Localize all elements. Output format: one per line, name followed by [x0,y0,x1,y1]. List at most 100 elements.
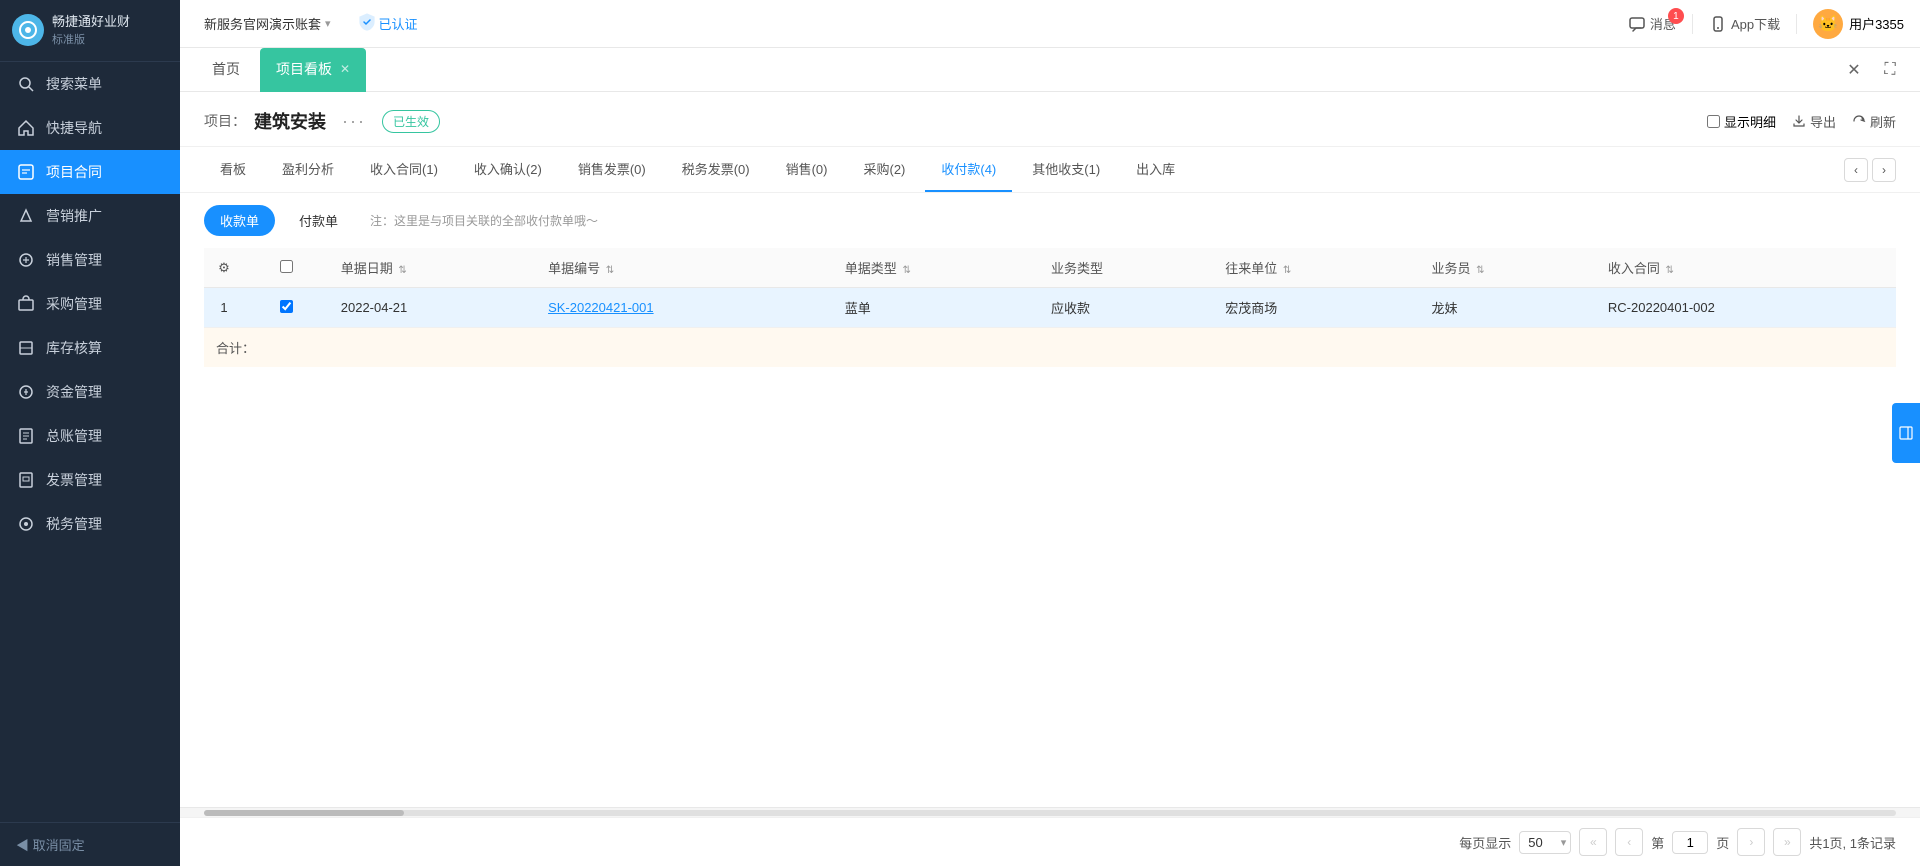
sort-icon2: ⇅ [606,265,614,276]
app-download-label: App下载 [1731,14,1780,33]
col-settings[interactable]: ⚙ [204,248,244,288]
sub-tab-tax-invoice[interactable]: 税务发票(0) [666,147,766,192]
first-page-button[interactable]: « [1579,828,1607,856]
account-selector[interactable]: 新服务官网演示账套 ▾ [196,10,339,37]
message-icon [1628,15,1646,33]
page-input[interactable] [1672,831,1708,854]
sort-icon6: ⇅ [1666,265,1674,276]
page-size-wrapper: 50 20 100 [1519,831,1571,854]
show-detail-input[interactable] [1707,115,1720,128]
row-doc-no[interactable]: SK-20220421-001 [536,288,833,328]
filter-note: 注：这里是与项目关联的全部收付款单哦～ [370,212,598,229]
sidebar-item-tax[interactable]: 税务管理 [0,502,180,546]
pay-filter-button[interactable]: 付款单 [283,205,354,236]
project-header: 项目： 建筑安装 ··· 已生效 显示明细 导出 [180,92,1920,147]
show-detail-checkbox[interactable]: 显示明细 [1707,112,1776,131]
col-salesperson-label: 业务员 [1431,261,1470,276]
divider [1692,14,1693,34]
row-checkbox[interactable] [244,288,329,328]
sub-tab-next-button[interactable]: › [1872,158,1896,182]
project-icon [16,162,36,182]
page-suffix-label: 页 [1716,833,1729,852]
col-partner[interactable]: 往来单位 ⇅ [1213,248,1419,288]
row-select-checkbox[interactable] [280,300,293,313]
expand-window-button[interactable]: ⛶ [1876,56,1904,84]
sidebar-item-purchase[interactable]: 采购管理 [0,282,180,326]
col-doc-date[interactable]: 单据日期 ⇅ [329,248,536,288]
sub-tab-profit[interactable]: 盈利分析 [266,147,350,192]
next-page-button[interactable]: › [1737,828,1765,856]
sidebar-item-invoice[interactable]: 发票管理 [0,458,180,502]
sub-tab-nav: ‹ › [1844,158,1896,182]
tab-project-board[interactable]: 项目看板 ✕ [260,48,366,92]
last-page-button[interactable]: » [1773,828,1801,856]
col-doc-date-label: 单据日期 [341,261,393,276]
select-all-checkbox[interactable] [280,260,293,273]
capital-icon [16,382,36,402]
tab-close-icon[interactable]: ✕ [340,62,350,76]
summary-row: 合计： [204,328,1896,368]
col-income-contract[interactable]: 收入合同 ⇅ [1596,248,1896,288]
sidebar-item-inventory[interactable]: 库存核算 [0,326,180,370]
sub-tab-receive-pay[interactable]: 收付款(4) [925,147,1012,192]
scrollbar-thumb[interactable] [204,810,404,816]
sub-tab-other-expense[interactable]: 其他收支(1) [1016,147,1116,192]
show-detail-label: 显示明细 [1724,112,1776,131]
sort-icon: ⇅ [398,265,406,276]
export-button[interactable]: 导出 [1792,112,1836,131]
export-icon [1792,114,1806,128]
sub-tab-income-contract[interactable]: 收入合同(1) [354,147,454,192]
message-button[interactable]: 消息 1 [1628,14,1676,33]
sidebar-label-purchase: 采购管理 [46,294,102,314]
close-window-button[interactable]: ✕ [1840,56,1868,84]
sidebar-item-project[interactable]: 项目合同 [0,150,180,194]
col-salesperson[interactable]: 业务员 ⇅ [1419,248,1595,288]
sub-tab-kanban[interactable]: 看板 [204,147,262,192]
purchase-icon [16,294,36,314]
user-menu[interactable]: 🐱 用户3355 [1813,9,1904,39]
right-panel-button[interactable] [1892,403,1920,463]
sidebar-unpin-button[interactable]: ◀ 取消固定 [0,822,180,866]
tab-home[interactable]: 首页 [196,48,256,92]
sub-tab-purchase[interactable]: 采购(2) [847,147,921,192]
col-checkbox[interactable] [244,248,329,288]
scrollbar-track[interactable] [204,810,1896,816]
refresh-button[interactable]: 刷新 [1852,112,1896,131]
sub-tab-prev-button[interactable]: ‹ [1844,158,1868,182]
app-download-button[interactable]: App下载 [1709,14,1780,33]
page-size-select[interactable]: 50 20 100 [1519,831,1571,854]
sidebar-label-ledger: 总账管理 [46,426,102,446]
sub-tab-income-confirm[interactable]: 收入确认(2) [458,147,558,192]
divider2 [1796,14,1797,34]
sidebar-item-ledger[interactable]: 总账管理 [0,414,180,458]
pagination: 每页显示 50 20 100 « ‹ 第 页 › » 共1页, 1条记录 [180,817,1920,866]
col-doc-type[interactable]: 单据类型 ⇅ [833,248,1039,288]
sidebar-label-sales: 销售管理 [46,250,102,270]
sidebar-item-marketing[interactable]: 营销推广 [0,194,180,238]
logo-version: 标准版 [52,31,130,47]
sidebar-item-capital[interactable]: 资金管理 [0,370,180,414]
prev-page-button[interactable]: ‹ [1615,828,1643,856]
horizontal-scrollbar[interactable] [180,807,1920,817]
summary-values [329,328,1896,368]
sub-tab-in-out[interactable]: 出入库 [1120,147,1191,192]
table-row[interactable]: 1 2022-04-21 SK-20220421-001 蓝单 应收款 宏茂商场… [204,288,1896,328]
total-records: 共1页, 1条记录 [1809,833,1896,852]
col-doc-no[interactable]: 单据编号 ⇅ [536,248,833,288]
sidebar-label-search: 搜索菜单 [46,74,102,94]
sidebar: 畅捷通好业财 标准版 搜索菜单 快捷导航 [0,0,180,866]
sidebar-item-search[interactable]: 搜索菜单 [0,62,180,106]
sidebar-item-sales[interactable]: 销售管理 [0,238,180,282]
col-biz-type: 业务类型 [1039,248,1213,288]
col-biz-type-label: 业务类型 [1051,261,1103,276]
col-doc-type-label: 单据类型 [845,261,897,276]
sidebar-item-quicknav[interactable]: 快捷导航 [0,106,180,150]
project-more-button[interactable]: ··· [342,111,366,132]
row-seq: 1 [204,288,244,328]
project-title: 建筑安装 [254,108,326,134]
receive-filter-button[interactable]: 收款单 [204,205,275,236]
tax-icon [16,514,36,534]
sub-tab-sales[interactable]: 销售(0) [770,147,844,192]
doc-no-link[interactable]: SK-20220421-001 [548,300,654,315]
sub-tab-sales-invoice[interactable]: 销售发票(0) [562,147,662,192]
